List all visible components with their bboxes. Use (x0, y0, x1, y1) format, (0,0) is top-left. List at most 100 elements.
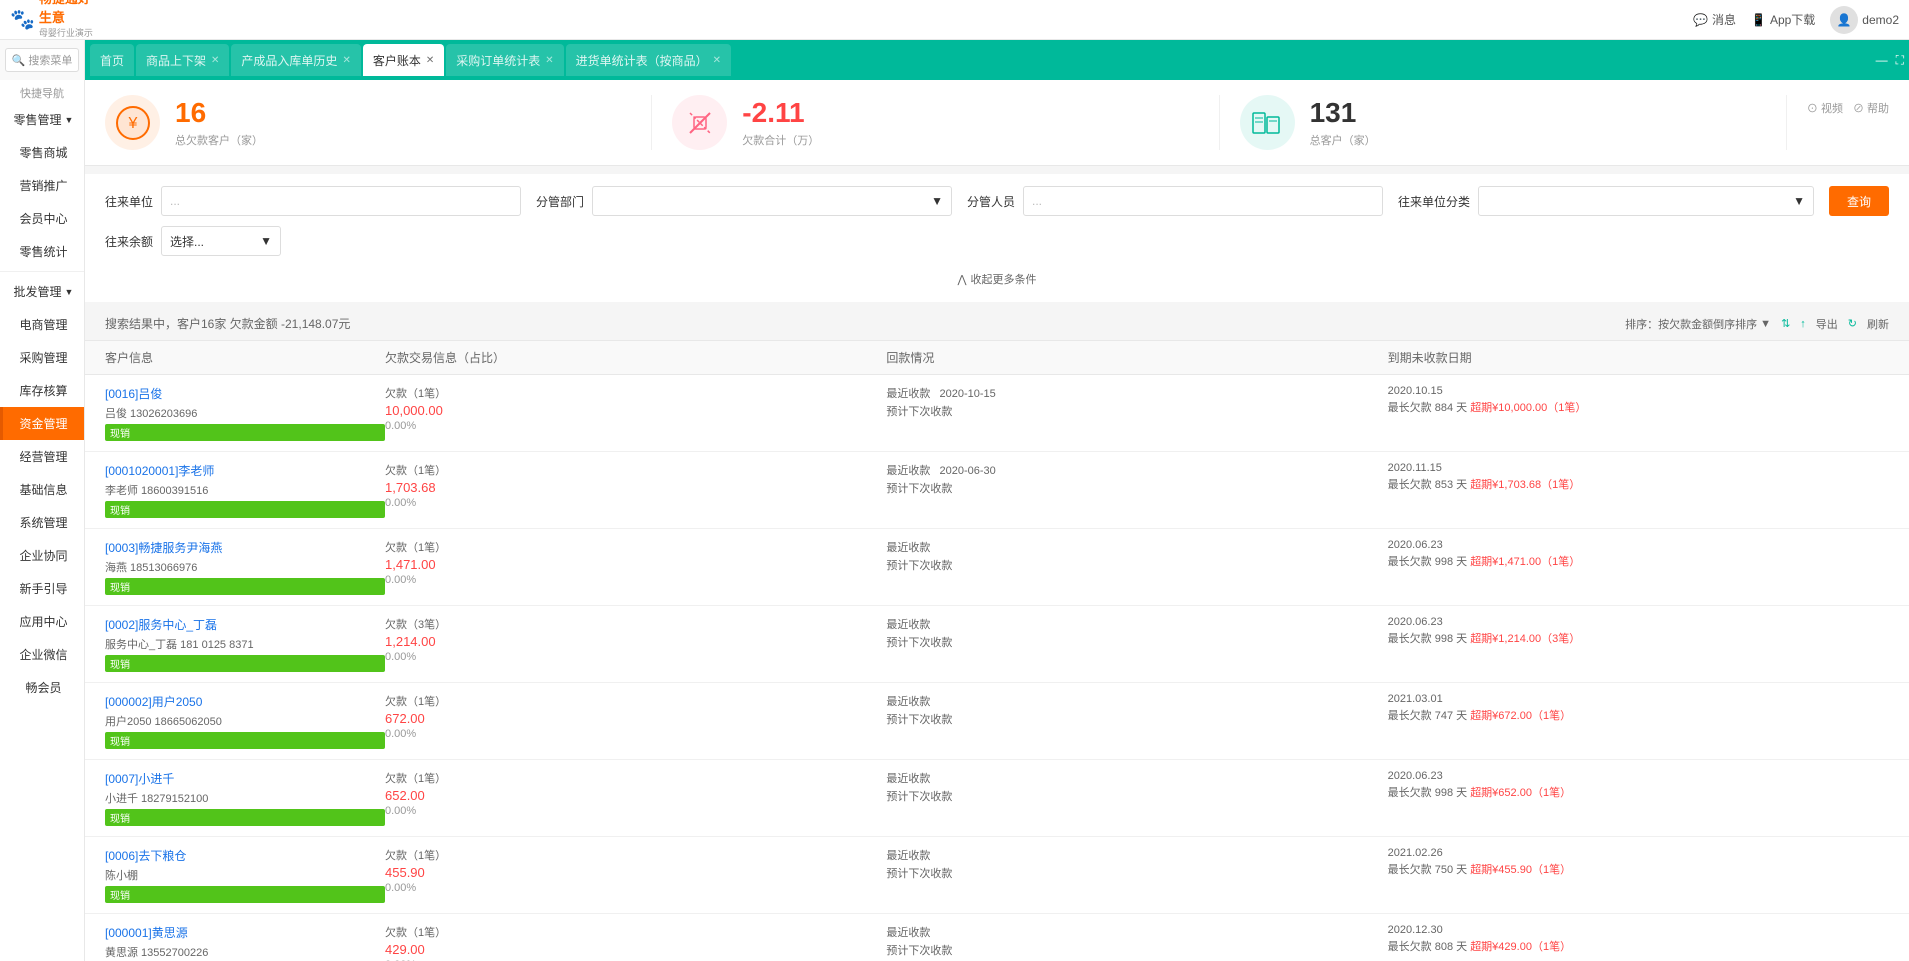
overdue-link[interactable]: 超期¥1,471.00（1笔） (1470, 556, 1580, 568)
table-row: [000002]用户2050 用户2050 18665062050 现销 欠款（… (85, 683, 1909, 760)
sidebar-item-purchase-mgmt[interactable]: 采购管理 (0, 341, 84, 374)
view-icon[interactable]: ⊙ 视频 (1807, 100, 1843, 116)
sidebar-item-enterprise[interactable]: 企业协同 (0, 539, 84, 572)
overdue-link[interactable]: 超期¥455.90（1笔） (1470, 864, 1571, 876)
owing-customers-label: 总欠款客户（家） (175, 132, 263, 148)
recovery-info: 最近收款 预计下次收款 (886, 924, 1387, 958)
customer-tag: 现销 (105, 424, 385, 441)
quick-nav-label: 快捷导航 (0, 80, 84, 103)
tab-purchase-stats[interactable]: 采购订单统计表 ✕ (446, 44, 563, 76)
tab-close-icon[interactable]: ✕ (426, 55, 434, 66)
sidebar-item-retail-store[interactable]: 零售商城 (0, 136, 84, 169)
sidebar-item-business-mgmt[interactable]: 经营管理 (0, 440, 84, 473)
recovery-info: 最近收款 预计下次收款 (886, 693, 1387, 727)
tab-close-icon[interactable]: ✕ (545, 55, 553, 66)
refresh-label[interactable]: 刷新 (1867, 316, 1889, 332)
sidebar-item-finance[interactable]: 资金管理 (0, 407, 84, 440)
overdue-link[interactable]: 超期¥1,703.68（1笔） (1470, 479, 1580, 491)
app-download-btn[interactable]: 📱 App下载 (1751, 11, 1815, 28)
message-btn[interactable]: 💬 消息 (1693, 11, 1736, 28)
col-header-overdue: 到期未收款日期 (1388, 349, 1889, 366)
manager-input[interactable]: ... (1023, 186, 1383, 216)
tab-close-icon[interactable]: ✕ (713, 55, 721, 66)
sidebar-item-app-center[interactable]: 应用中心 (0, 605, 84, 638)
debt-info: 欠款（1笔） 652.00 0.00% (385, 770, 886, 817)
customer-name-link[interactable]: [0016]吕俊 (105, 385, 385, 402)
customer-name-link[interactable]: [000002]用户2050 (105, 693, 385, 710)
sidebar-item-enterprise-wechat[interactable]: 企业微信 (0, 638, 84, 671)
customer-name-link[interactable]: [0007]小进千 (105, 770, 385, 787)
tab-customer-account[interactable]: 客户账本 ✕ (363, 44, 444, 76)
sidebar-item-retail-stats[interactable]: 零售统计 (0, 235, 84, 268)
dept-select[interactable]: ▼ (592, 186, 952, 216)
sidebar-item-inventory[interactable]: 库存核算 (0, 374, 84, 407)
tab-close-icon[interactable]: ✕ (211, 55, 219, 66)
tab-product-history[interactable]: 产成品入库单历史 ✕ (231, 44, 360, 76)
customer-info: [0007]小进千 小进千 18279152100 现销 (105, 770, 385, 826)
chevron-icon: ▼ (1793, 194, 1805, 208)
overdue-link[interactable]: 超期¥429.00（1笔） (1470, 941, 1571, 953)
customer-info: [000001]黄思源 黄思源 13552700226 现销 (105, 924, 385, 961)
collapse-button[interactable]: ⋀ 收起更多条件 (957, 271, 1036, 287)
result-bar: 搜索结果中，客户16家 欠款金额 -21,148.07元 排序：按欠款金额倒序排… (85, 307, 1909, 341)
logo-icon: 🐾 (10, 7, 35, 32)
manager-label: 分管人员 (967, 193, 1015, 210)
sidebar-item-vip-member[interactable]: 畅会员 (0, 671, 84, 704)
sidebar-item-system-mgmt[interactable]: 系统管理 (0, 506, 84, 539)
balance-select[interactable]: 选择... ▼ (161, 226, 281, 256)
tab-bar: 首页 商品上下架 ✕ 产成品入库单历史 ✕ 客户账本 ✕ 采购订单统计表 ✕ (85, 40, 1909, 80)
customer-phone: 海燕 18513066976 (105, 559, 385, 575)
table-row: [0006]去下粮仓 陈小棚 现销 欠款（1笔） 455.90 0.00% 最近… (85, 837, 1909, 914)
search-button[interactable]: 查询 (1829, 186, 1889, 216)
tab-product-offline[interactable]: 商品上下架 ✕ (136, 44, 229, 76)
stat-card-owing-amount: -2.11 欠款合计（万） (672, 95, 1219, 150)
stats-row: ¥ 16 总欠款客户（家） (85, 80, 1909, 166)
sidebar-item-ecom-mgmt[interactable]: 电商管理 (0, 308, 84, 341)
customer-info: [0006]去下粮仓 陈小棚 现销 (105, 847, 385, 903)
filter-source-unit: 往来单位 ... (105, 186, 521, 216)
overdue-link[interactable]: 超期¥652.00（1笔） (1470, 787, 1571, 799)
table-header: 客户信息 欠款交易信息（占比） 回款情况 到期未收款日期 (85, 341, 1909, 375)
table-row: [0001020001]李老师 李老师 18600391516 现销 欠款（1笔… (85, 452, 1909, 529)
help-icon[interactable]: ⊘ 帮助 (1853, 100, 1889, 116)
customer-name-link[interactable]: [0006]去下粮仓 (105, 847, 385, 864)
sort-icon: ⇅ (1781, 317, 1790, 330)
unit-category-select[interactable]: ▼ (1478, 186, 1814, 216)
user-menu[interactable]: 👤 demo2 (1830, 6, 1899, 34)
customer-name-link[interactable]: [000001]黄思源 (105, 924, 385, 941)
result-summary: 搜索结果中，客户16家 欠款金额 -21,148.07元 (105, 315, 350, 332)
export-label[interactable]: 导出 (1816, 316, 1838, 332)
tab-home[interactable]: 首页 (90, 44, 134, 76)
sidebar-item-new-guide[interactable]: 新手引导 (0, 572, 84, 605)
source-unit-input[interactable]: ... (161, 186, 521, 216)
chevron-down-icon: ▼ (65, 115, 74, 125)
tab-minimize-icon[interactable]: — (1876, 53, 1888, 67)
customer-name-link[interactable]: [0002]服务中心_丁磊 (105, 616, 385, 633)
tab-close-icon[interactable]: ✕ (342, 55, 350, 66)
balance-label: 往来余额 (105, 233, 153, 250)
customer-name-link[interactable]: [0001020001]李老师 (105, 462, 385, 479)
tab-incoming-stats[interactable]: 进货单统计表（按商品） ✕ (566, 44, 731, 76)
main-layout: 🔍 搜索菜单 快捷导航 零售管理 ▼ 零售商城 营销推广 会员中心 零售统计 批… (0, 40, 1909, 961)
overdue-link[interactable]: 超期¥10,000.00（1笔） (1470, 402, 1586, 414)
tab-expand-icon[interactable]: ⛶ (1896, 53, 1904, 68)
total-customers-number: 131 (1310, 97, 1376, 129)
owing-amount-label: 欠款合计（万） (742, 132, 819, 148)
sidebar-item-retail-mgmt[interactable]: 零售管理 ▼ (0, 103, 84, 136)
menu-search-box[interactable]: 🔍 搜索菜单 (5, 48, 79, 72)
sidebar-item-member-center[interactable]: 会员中心 (0, 202, 84, 235)
sidebar-item-batch-mgmt[interactable]: 批发管理 ▼ (0, 275, 84, 308)
table-container: 客户信息 欠款交易信息（占比） 回款情况 到期未收款日期 [0016]吕俊 吕俊… (85, 341, 1909, 961)
sidebar-item-marketing[interactable]: 营销推广 (0, 169, 84, 202)
customer-phone: 用户2050 18665062050 (105, 713, 385, 729)
debt-info: 欠款（1笔） 1,703.68 0.00% (385, 462, 886, 509)
customer-phone: 黄思源 13552700226 (105, 944, 385, 960)
overdue-link[interactable]: 超期¥672.00（1笔） (1470, 710, 1571, 722)
overdue-link[interactable]: 超期¥1,214.00（3笔） (1470, 633, 1580, 645)
debt-info: 欠款（3笔） 1,214.00 0.00% (385, 616, 886, 663)
sidebar-item-basic-info[interactable]: 基础信息 (0, 473, 84, 506)
table-row: [0003]畅捷服务尹海燕 海燕 18513066976 现销 欠款（1笔） 1… (85, 529, 1909, 606)
stat-card-owing-customers: ¥ 16 总欠款客户（家） (105, 95, 652, 150)
customer-name-link[interactable]: [0003]畅捷服务尹海燕 (105, 539, 385, 556)
sort-select[interactable]: 排序：按欠款金额倒序排序 ▼ (1625, 316, 1771, 332)
